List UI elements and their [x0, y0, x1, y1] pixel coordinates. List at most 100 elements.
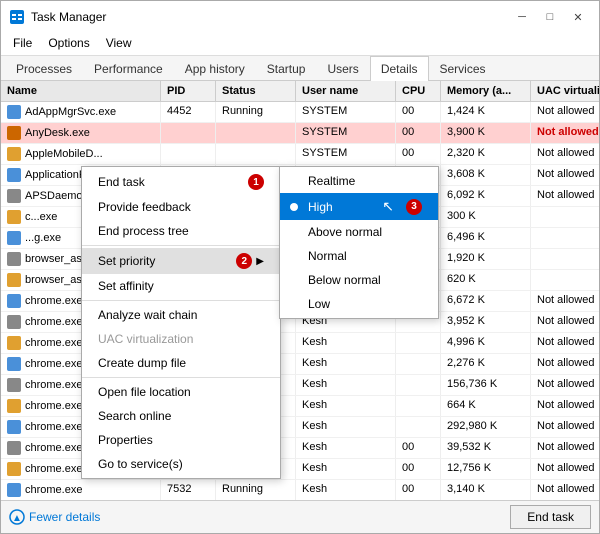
- cell-uac: Not allowed: [531, 165, 599, 185]
- cell-name: AppleMobileD...: [1, 144, 161, 164]
- cell-memory: 156,736 K: [441, 375, 531, 395]
- cell-status: [216, 123, 296, 143]
- priority-submenu: Realtime High ↖ 3 Above normal Normal Be…: [279, 166, 439, 319]
- process-icon: [7, 378, 21, 392]
- cell-uac: Not allowed: [531, 417, 599, 437]
- process-icon: [7, 273, 21, 287]
- priority-high[interactable]: High ↖ 3: [280, 193, 438, 220]
- menu-file[interactable]: File: [5, 33, 40, 53]
- cell-cpu: 00: [396, 144, 441, 164]
- ctx-analyze-wait[interactable]: Analyze wait chain: [82, 303, 280, 327]
- badge-1: 1: [248, 174, 264, 190]
- table-row[interactable]: AnyDesk.exeSYSTEM003,900 KNot allowed: [1, 123, 599, 144]
- close-button[interactable]: ✕: [565, 7, 591, 27]
- process-icon: [7, 294, 21, 308]
- process-icon: [7, 189, 21, 203]
- ctx-go-to-services[interactable]: Go to service(s): [82, 452, 280, 476]
- tab-services[interactable]: Services: [429, 56, 497, 81]
- title-bar: Task Manager ─ □ ✕: [1, 1, 599, 31]
- process-icon: [7, 399, 21, 413]
- col-status[interactable]: Status: [216, 81, 296, 101]
- process-icon: [7, 315, 21, 329]
- process-icon: [7, 168, 21, 182]
- tab-app-history[interactable]: App history: [174, 56, 256, 81]
- cell-pid: [161, 123, 216, 143]
- tab-details[interactable]: Details: [370, 56, 429, 81]
- process-icon: [7, 462, 21, 476]
- priority-below-normal[interactable]: Below normal: [280, 268, 438, 292]
- cell-memory: 620 K: [441, 270, 531, 290]
- cell-user: Kesh: [296, 396, 396, 416]
- ctx-properties[interactable]: Properties: [82, 428, 280, 452]
- context-menu: End task 1 Provide feedback End process …: [81, 166, 281, 479]
- cell-user: SYSTEM: [296, 102, 396, 122]
- table-row[interactable]: AppleMobileD...SYSTEM002,320 KNot allowe…: [1, 144, 599, 165]
- priority-above-normal[interactable]: Above normal: [280, 220, 438, 244]
- minimize-button[interactable]: ─: [509, 7, 535, 27]
- cell-user: Kesh: [296, 417, 396, 437]
- cell-name: AdAppMgrSvc.exe: [1, 102, 161, 122]
- cell-uac: [531, 270, 599, 290]
- cell-memory: 3,140 K: [441, 480, 531, 500]
- cell-memory: 2,276 K: [441, 354, 531, 374]
- col-pid[interactable]: PID: [161, 81, 216, 101]
- cell-cpu: [396, 396, 441, 416]
- ctx-create-dump[interactable]: Create dump file: [82, 351, 280, 375]
- process-icon: [7, 483, 21, 497]
- ctx-open-file[interactable]: Open file location: [82, 380, 280, 404]
- cell-memory: 6,672 K: [441, 291, 531, 311]
- cell-memory: 1,424 K: [441, 102, 531, 122]
- cell-uac: Not allowed: [531, 354, 599, 374]
- main-content: Name PID Status User name CPU Memory (a.…: [1, 81, 599, 500]
- col-memory[interactable]: Memory (a...: [441, 81, 531, 101]
- col-user[interactable]: User name: [296, 81, 396, 101]
- cell-status: Running: [216, 102, 296, 122]
- maximize-button[interactable]: □: [537, 7, 563, 27]
- col-name[interactable]: Name: [1, 81, 161, 101]
- tab-users[interactable]: Users: [316, 56, 369, 81]
- table-header: Name PID Status User name CPU Memory (a.…: [1, 81, 599, 102]
- cell-user: Kesh: [296, 459, 396, 479]
- process-icon: [7, 210, 21, 224]
- priority-realtime[interactable]: Realtime: [280, 169, 438, 193]
- ctx-end-process-tree[interactable]: End process tree: [82, 219, 280, 243]
- cell-memory: 4,996 K: [441, 333, 531, 353]
- cell-uac: Not allowed: [531, 459, 599, 479]
- table-row[interactable]: chrome.exe7532RunningKesh003,140 KNot al…: [1, 480, 599, 500]
- ctx-set-priority[interactable]: Set priority 2 ▶: [82, 248, 280, 274]
- cell-pid: [161, 144, 216, 164]
- col-cpu[interactable]: CPU: [396, 81, 441, 101]
- svg-text:▲: ▲: [12, 513, 22, 524]
- table-row[interactable]: AdAppMgrSvc.exe4452RunningSYSTEM001,424 …: [1, 102, 599, 123]
- priority-normal[interactable]: Normal: [280, 244, 438, 268]
- fewer-details-label: Fewer details: [29, 510, 100, 524]
- ctx-divider-1: [82, 245, 280, 246]
- cell-cpu: 00: [396, 480, 441, 500]
- menu-view[interactable]: View: [98, 33, 140, 53]
- ctx-divider-2: [82, 300, 280, 301]
- cell-memory: 2,320 K: [441, 144, 531, 164]
- process-icon: [7, 252, 21, 266]
- ctx-set-affinity[interactable]: Set affinity: [82, 274, 280, 298]
- ctx-search-online[interactable]: Search online: [82, 404, 280, 428]
- ctx-end-task[interactable]: End task 1: [82, 169, 280, 195]
- fewer-details-button[interactable]: ▲ Fewer details: [9, 509, 100, 525]
- end-task-button[interactable]: End task: [510, 505, 591, 529]
- menu-options[interactable]: Options: [40, 33, 97, 53]
- tab-startup[interactable]: Startup: [256, 56, 317, 81]
- cell-uac: Not allowed: [531, 144, 599, 164]
- tab-performance[interactable]: Performance: [83, 56, 174, 81]
- cell-user: Kesh: [296, 480, 396, 500]
- cell-pid: 7532: [161, 480, 216, 500]
- cell-memory: 6,092 K: [441, 186, 531, 206]
- priority-low[interactable]: Low: [280, 292, 438, 316]
- process-icon: [7, 336, 21, 350]
- cell-user: Kesh: [296, 333, 396, 353]
- cell-uac: [531, 207, 599, 227]
- ctx-provide-feedback[interactable]: Provide feedback: [82, 195, 280, 219]
- cell-cpu: [396, 375, 441, 395]
- col-uac[interactable]: UAC virtualiza...: [531, 81, 599, 101]
- cell-memory: 292,980 K: [441, 417, 531, 437]
- tab-processes[interactable]: Processes: [5, 56, 83, 81]
- cell-cpu: 00: [396, 123, 441, 143]
